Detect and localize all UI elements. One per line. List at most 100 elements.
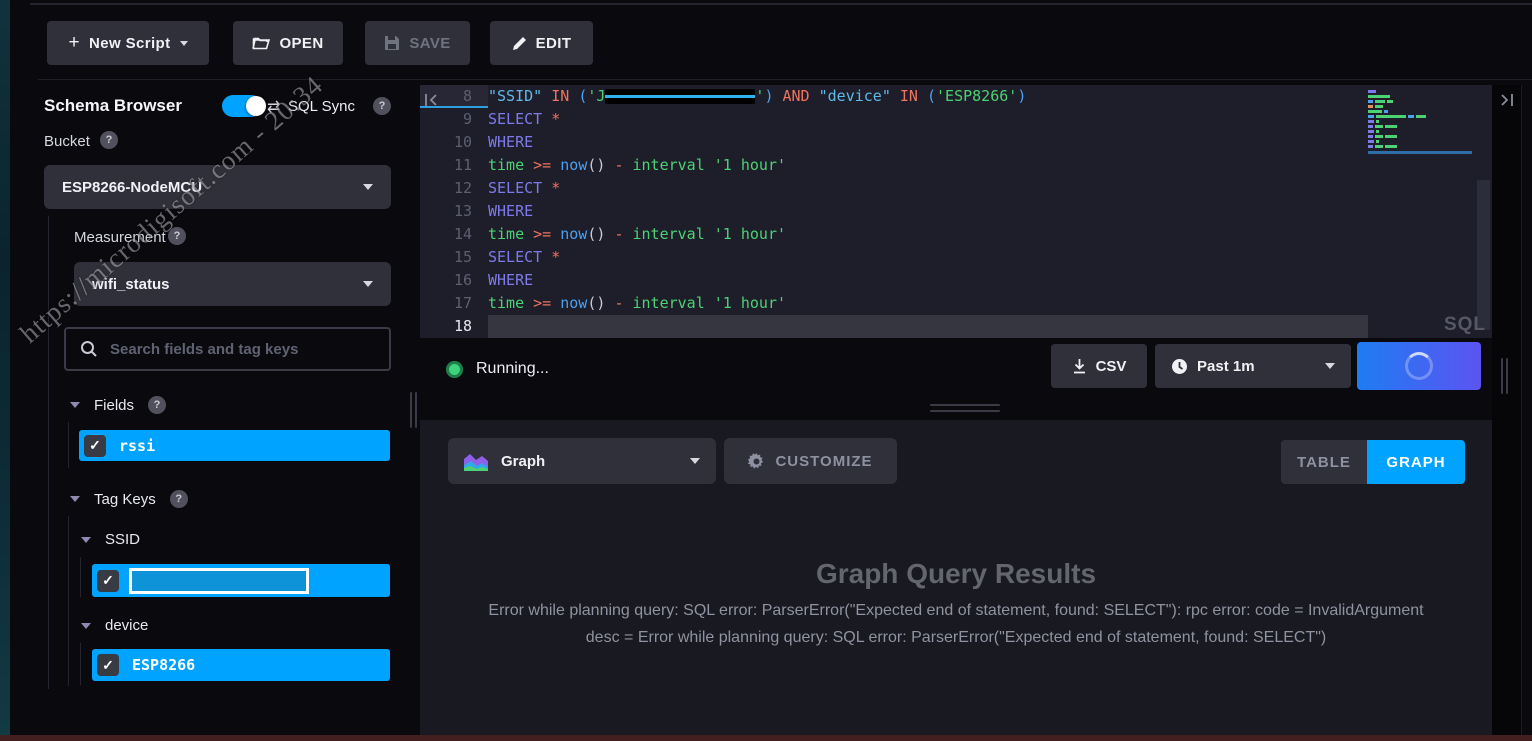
code-line[interactable]: 9 SELECT * [420,108,1492,131]
empty-results-title: Graph Query Results [815,558,1097,589]
editor-scrollbar[interactable] [1477,180,1490,330]
measurement-value: wifi_status [92,275,170,293]
checkbox-checked[interactable]: ✓ [97,569,119,592]
view-type-dropdown[interactable]: Graph [448,438,716,484]
save-label: SAVE [409,34,451,52]
running-status-icon [446,361,463,378]
tag-keys-section-row[interactable]: Tag Keys ? [70,490,188,508]
measurement-help-icon[interactable]: ? [168,227,186,245]
schema-search [64,327,391,371]
graph-type-icon [464,451,488,471]
checkbox-checked[interactable]: ✓ [84,434,106,457]
fields-label: Fields [94,396,135,414]
chevron-down-icon [363,281,373,287]
schema-browser-title: Schema Browser [44,96,182,115]
code-line[interactable]: 14 time >= now() - interval '1 hour' [420,223,1492,246]
code-line[interactable]: 13 WHERE [420,200,1492,223]
tag-ssid-label: SSID [105,531,141,548]
plus-icon: + [68,32,80,53]
running-status-label: Running... [476,360,549,377]
code-line[interactable]: 8 "SSID" IN ('J ') AND "device" IN ('ESP82… [420,85,1492,108]
clock-icon [1171,358,1188,375]
code-line[interactable]: 15 SELECT * [420,246,1492,269]
fields-help-icon[interactable]: ? [148,396,167,414]
save-icon [384,35,400,51]
pencil-icon [512,36,527,51]
tag-device-label: device [105,617,149,634]
expand-panel-icon[interactable] [1500,93,1514,107]
tag-keys-help-icon[interactable]: ? [169,490,188,508]
code-line[interactable]: 18 [420,315,1492,338]
code-lines: 8 "SSID" IN ('J ') AND "device" IN ('ESP82… [420,85,1492,338]
download-icon [1072,358,1087,374]
save-button[interactable]: SAVE [365,21,470,65]
editor-minimap[interactable] [1368,90,1480,154]
run-query-button[interactable] [1357,342,1481,390]
field-item-label: rssi [119,436,156,455]
bucket-value: ESP8266-NodeMCU [62,178,203,196]
panel-resize-handle[interactable] [930,404,1000,412]
time-range-label: Past 1m [1197,357,1255,375]
measurement-label: Measurement [74,229,166,246]
tree-indent-line [68,422,69,468]
error-message-line1: Error while planning query: SQL error: P… [488,602,1424,619]
chevron-down-icon [363,184,373,190]
chevron-down-icon [81,622,91,629]
field-item-rssi[interactable]: ✓ rssi [79,430,390,461]
checkbox-checked[interactable]: ✓ [97,654,119,676]
search-icon [80,340,98,358]
sql-sync-label: SQL Sync [288,98,355,115]
time-range-dropdown[interactable]: Past 1m [1155,344,1351,388]
tag-value-device[interactable]: ✓ ESP8266 [92,649,390,681]
sql-language-badge: SQL [1443,314,1486,335]
tag-device-row[interactable]: device [81,617,148,634]
minimap-current-line [1368,151,1472,154]
app-window: + New Script OPEN SAVE EDIT Schema Brows… [0,0,1532,741]
search-input[interactable] [110,340,360,358]
redacted-ssid-value [129,567,309,594]
graph-view-button[interactable]: GRAPH [1367,440,1465,484]
sql-editor[interactable]: 8 "SSID" IN ('J ') AND "device" IN ('ESP82… [420,85,1492,338]
sql-sync-toggle[interactable] [222,95,266,117]
code-line[interactable]: 16 WHERE [420,269,1492,292]
open-button[interactable]: OPEN [233,21,343,65]
toolbar-divider [38,79,1532,80]
customize-label: CUSTOMIZE [775,452,873,470]
tag-ssid-row[interactable]: SSID [81,531,140,548]
results-panel: Graph CUSTOMIZE TABLE GRAPH Graph Query … [420,420,1492,735]
sidebar-resize-handle[interactable] [410,392,417,428]
bucket-dropdown[interactable]: ESP8266-NodeMCU [44,165,391,209]
table-view-button[interactable]: TABLE [1281,440,1367,484]
bucket-help-icon[interactable]: ? [100,131,118,149]
code-line[interactable]: 12 SELECT * [420,177,1492,200]
customize-button[interactable]: CUSTOMIZE [724,438,897,484]
chevron-down-icon [70,402,80,408]
collapse-editor-icon[interactable] [424,93,438,107]
edit-button[interactable]: EDIT [490,21,593,65]
open-label: OPEN [279,34,324,52]
edit-label: EDIT [535,34,572,52]
right-rail [1492,85,1521,735]
chevron-down-icon [690,458,700,464]
sql-sync-help-icon[interactable]: ? [373,97,391,115]
measurement-dropdown[interactable]: wifi_status [74,262,391,306]
left-edge-strip [0,0,10,735]
tree-indent-line [80,643,81,685]
new-script-button[interactable]: + New Script [47,21,209,65]
redacted-text [605,89,756,104]
loading-spinner-icon [1405,352,1433,380]
view-type-label: Graph [501,452,546,470]
csv-download-button[interactable]: CSV [1051,344,1147,388]
fields-section-row[interactable]: Fields ? [70,396,167,414]
code-line[interactable]: 10 WHERE [420,131,1492,154]
right-rail-resize-handle[interactable] [1501,358,1508,394]
code-line[interactable]: 11 time >= now() - interval '1 hour' [420,154,1492,177]
code-line[interactable]: 17 time >= now() - interval '1 hour' [420,292,1492,315]
bucket-label: Bucket [44,133,90,150]
tag-keys-label: Tag Keys [94,490,156,508]
tag-value-ssid[interactable]: ✓ [92,564,390,597]
new-script-label: New Script [88,34,171,52]
top-border [30,3,1532,5]
gear-icon [748,452,765,470]
folder-open-icon [252,35,271,51]
